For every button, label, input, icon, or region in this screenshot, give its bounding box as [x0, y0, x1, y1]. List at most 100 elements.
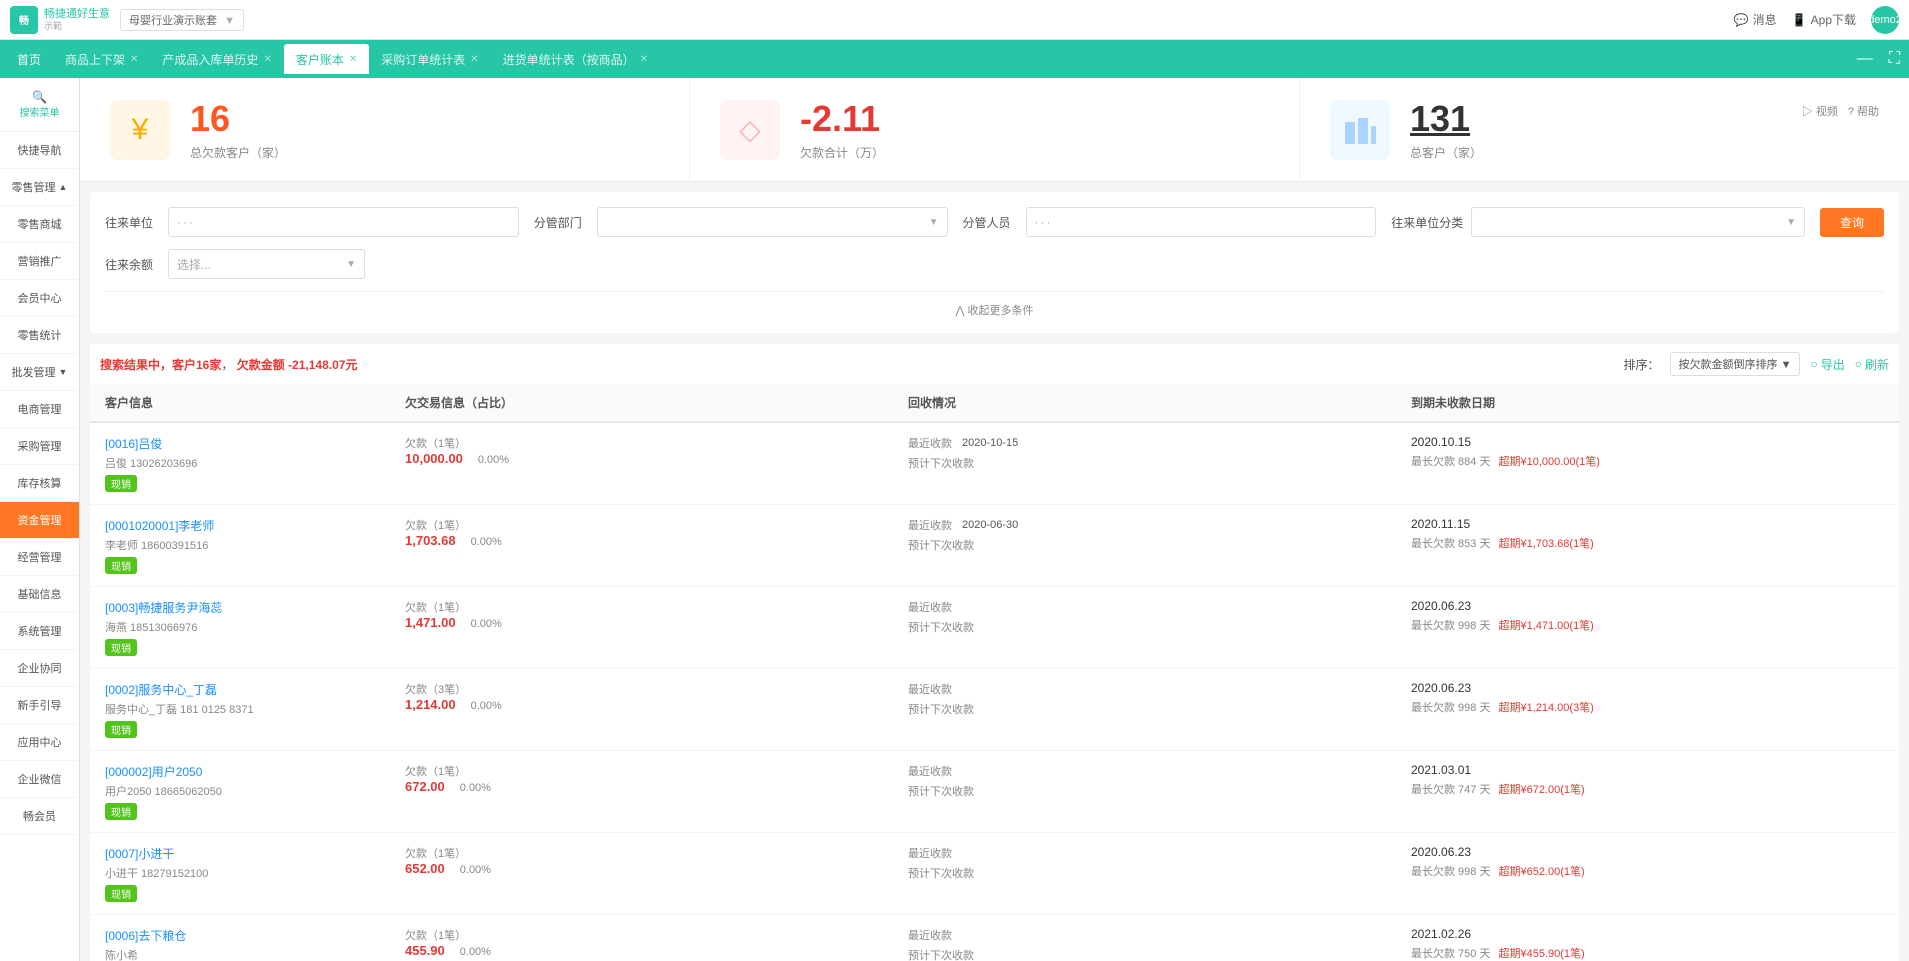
sidebar-item-retail-mgmt[interactable]: 零售管理 ▲ — [0, 169, 79, 206]
user-btn[interactable]: demo2 — [1871, 6, 1899, 34]
td-customer-6: [0006]去下粮仓 陈小希 现销 — [90, 915, 390, 961]
video-help-btn[interactable]: ▷ 视频 — [1802, 103, 1838, 119]
customer-name-1[interactable]: [0001020001]李老师 — [105, 517, 375, 534]
debt-amount-6[interactable]: 455.90 — [405, 943, 445, 958]
tag-xianxiao-3: 现销 — [105, 721, 137, 738]
sidebar-item-member[interactable]: 会员中心 — [0, 280, 79, 317]
next-collection-label-2: 预计下次收款 — [908, 622, 974, 634]
overdue-amount-0[interactable]: 超期¥10,000.00(1笔) — [1498, 453, 1600, 469]
sidebar-item-new-guide[interactable]: 新手引导 — [0, 687, 79, 724]
sidebar-item-vip-member[interactable]: 畅会员 — [0, 798, 79, 835]
debt-amount-1[interactable]: 1,703.68 — [405, 533, 456, 548]
sidebar-item-inventory[interactable]: 库存核算 — [0, 465, 79, 502]
filter-input-unit[interactable]: ··· — [168, 207, 519, 237]
sidebar-item-quick-nav[interactable]: 快捷导航 — [0, 132, 79, 169]
help-btn[interactable]: ? 帮助 — [1848, 103, 1879, 119]
sidebar-item-retail-mall[interactable]: 零售商城 — [0, 206, 79, 243]
overdue-amount-2[interactable]: 超期¥1,471.00(1笔) — [1498, 617, 1593, 633]
td-due-5: 2020.06.23 最长欠款 998 天 超期¥652.00(1笔) — [1396, 833, 1899, 914]
sidebar-item-business[interactable]: 经营管理 — [0, 539, 79, 576]
sidebar-item-ecommerce[interactable]: 电商管理 — [0, 391, 79, 428]
minimize-icon[interactable]: — — [1853, 48, 1877, 70]
debt-amount-2[interactable]: 1,471.00 — [405, 615, 456, 630]
filter-input-person[interactable]: ··· — [1026, 207, 1377, 237]
td-collection-6: 最近收款 预计下次收款 — [893, 915, 1396, 961]
close-icon[interactable]: ✕ — [470, 54, 478, 65]
debt-amount-4[interactable]: 672.00 — [405, 779, 445, 794]
customer-sub-0: 吕俊 13026203696 — [105, 455, 375, 471]
close-icon[interactable]: ✕ — [263, 54, 271, 65]
tab-goods-toggle[interactable]: 商品上下架 ✕ — [53, 44, 150, 74]
table-body: [0016]吕俊 吕俊 13026203696 现销 欠款（1笔） 10,000… — [90, 423, 1899, 961]
overdue-amount-3[interactable]: 超期¥1,214.00(3笔) — [1498, 699, 1593, 715]
sidebar-item-marketing[interactable]: 营销推广 — [0, 243, 79, 280]
avatar: demo2 — [1871, 6, 1899, 34]
overdue-amount-6[interactable]: 超期¥455.90(1笔) — [1498, 945, 1584, 961]
close-icon[interactable]: ✕ — [640, 54, 648, 65]
filter-select-category[interactable]: ▼ — [1471, 207, 1805, 237]
search-menu-btn[interactable]: 🔍 搜索菜单 — [6, 86, 73, 123]
filter-select-balance[interactable]: 选择... ▼ — [168, 249, 365, 279]
customer-name-5[interactable]: [0007]小进干 — [105, 845, 375, 862]
filter-select-dept[interactable]: ▼ — [597, 207, 948, 237]
debt-amount-3[interactable]: 1,214.00 — [405, 697, 456, 712]
customer-name-2[interactable]: [0003]畅捷服务尹海蕊 — [105, 599, 375, 616]
debt-label-5: 欠款（1笔） — [405, 845, 878, 861]
filter-row-2: 往来余额 选择... ▼ — [105, 249, 1884, 279]
sidebar-item-batch-mgmt[interactable]: 批发管理 ▼ — [0, 354, 79, 391]
sidebar-item-system[interactable]: 系统管理 — [0, 613, 79, 650]
search-button[interactable]: 查询 — [1820, 208, 1884, 237]
tab-purchase-order[interactable]: 采购订单统计表 ✕ — [369, 44, 490, 74]
export-btn[interactable]: ○ 导出 — [1810, 356, 1844, 373]
td-customer-1: [0001020001]李老师 李老师 18600391516 现销 — [90, 505, 390, 586]
debt-amount-5[interactable]: 652.00 — [405, 861, 445, 876]
overdue-amount-4[interactable]: 超期¥672.00(1笔) — [1498, 781, 1584, 797]
tab-product-history[interactable]: 产成品入库单历史 ✕ — [150, 44, 283, 74]
filter-label-dept: 分管部门 — [534, 214, 589, 231]
sidebar-item-enterprise[interactable]: 企业协同 — [0, 650, 79, 687]
debt-percent-5: 0.00% — [460, 864, 491, 876]
stat-help: ▷ 视频 ? 帮助 — [1802, 98, 1879, 119]
tab-purchase-stats[interactable]: 进货单统计表（按商品） ✕ — [491, 44, 660, 74]
overdue-days-4: 最长欠款 747 天 — [1411, 781, 1490, 797]
th-due-date: 到期未收款日期 — [1396, 384, 1899, 421]
tab-customer-account[interactable]: 客户账本 ✕ — [284, 44, 369, 74]
sidebar-item-app-center[interactable]: 应用中心 — [0, 724, 79, 761]
debt-amount-0[interactable]: 10,000.00 — [405, 451, 463, 466]
close-icon[interactable]: ✕ — [130, 54, 138, 65]
app-download-btn[interactable]: 📱 App下载 — [1792, 11, 1856, 28]
tab-home[interactable]: 首页 — [5, 44, 53, 74]
results-bar: 搜索结果中，客户16家， 欠款金额 -21,148.07元 排序： 按欠款金额倒… — [90, 343, 1899, 384]
sidebar-item-basic-info[interactable]: 基础信息 — [0, 576, 79, 613]
next-collection-label-4: 预计下次收款 — [908, 786, 974, 798]
td-debt-2: 欠款（1笔） 1,471.00 0.00% — [390, 587, 893, 668]
sidebar: 🔍 搜索菜单 快捷导航 零售管理 ▲ 零售商城 营销推广 会员中心 零售统计 — [0, 78, 80, 961]
close-icon[interactable]: ✕ — [349, 54, 357, 65]
customer-sub-4: 用户2050 18665062050 — [105, 783, 375, 799]
stat-number-customers: 16 — [190, 98, 286, 140]
sidebar-item-finance[interactable]: 资金管理 — [0, 502, 79, 539]
customer-name-4[interactable]: [000002]用户2050 — [105, 763, 375, 780]
industry-selector[interactable]: 母婴行业演示账套 ▼ — [120, 9, 244, 31]
customer-name-3[interactable]: [0002]服务中心_丁磊 — [105, 681, 375, 698]
customer-name-0[interactable]: [0016]吕俊 — [105, 435, 375, 452]
stat-number-debt: -2.11 — [800, 98, 884, 140]
filter-group-person: 分管人员 ··· — [963, 207, 1377, 237]
main-content: ¥ 16 总欠款客户（家） ◇ -2.11 欠款合计（万） — [80, 78, 1909, 961]
overdue-amount-5[interactable]: 超期¥652.00(1笔) — [1498, 863, 1584, 879]
collapse-btn[interactable]: ⋀ 收起更多条件 — [955, 305, 1033, 317]
message-btn[interactable]: 💬 消息 — [1734, 11, 1777, 28]
sidebar-item-enterprise-wechat[interactable]: 企业微信 — [0, 761, 79, 798]
sidebar-item-retail-stats[interactable]: 零售统计 — [0, 317, 79, 354]
td-collection-2: 最近收款 预计下次收款 — [893, 587, 1396, 668]
overdue-amount-1[interactable]: 超期¥1,703.68(1笔) — [1498, 535, 1593, 551]
sort-select[interactable]: 按欠款金额倒序排序 ▼ — [1670, 352, 1801, 376]
maximize-icon[interactable]: ⛶ — [1885, 48, 1904, 70]
overdue-days-0: 最长欠款 884 天 — [1411, 453, 1490, 469]
chevron-down-icon: ▼ — [346, 259, 356, 270]
refresh-btn[interactable]: ○ 刷新 — [1855, 356, 1889, 373]
collection-label-5: 最近收款 — [908, 845, 952, 861]
customer-name-6[interactable]: [0006]去下粮仓 — [105, 927, 375, 944]
sidebar-item-purchase[interactable]: 采购管理 — [0, 428, 79, 465]
tag-xianxiao-4: 现销 — [105, 803, 137, 820]
